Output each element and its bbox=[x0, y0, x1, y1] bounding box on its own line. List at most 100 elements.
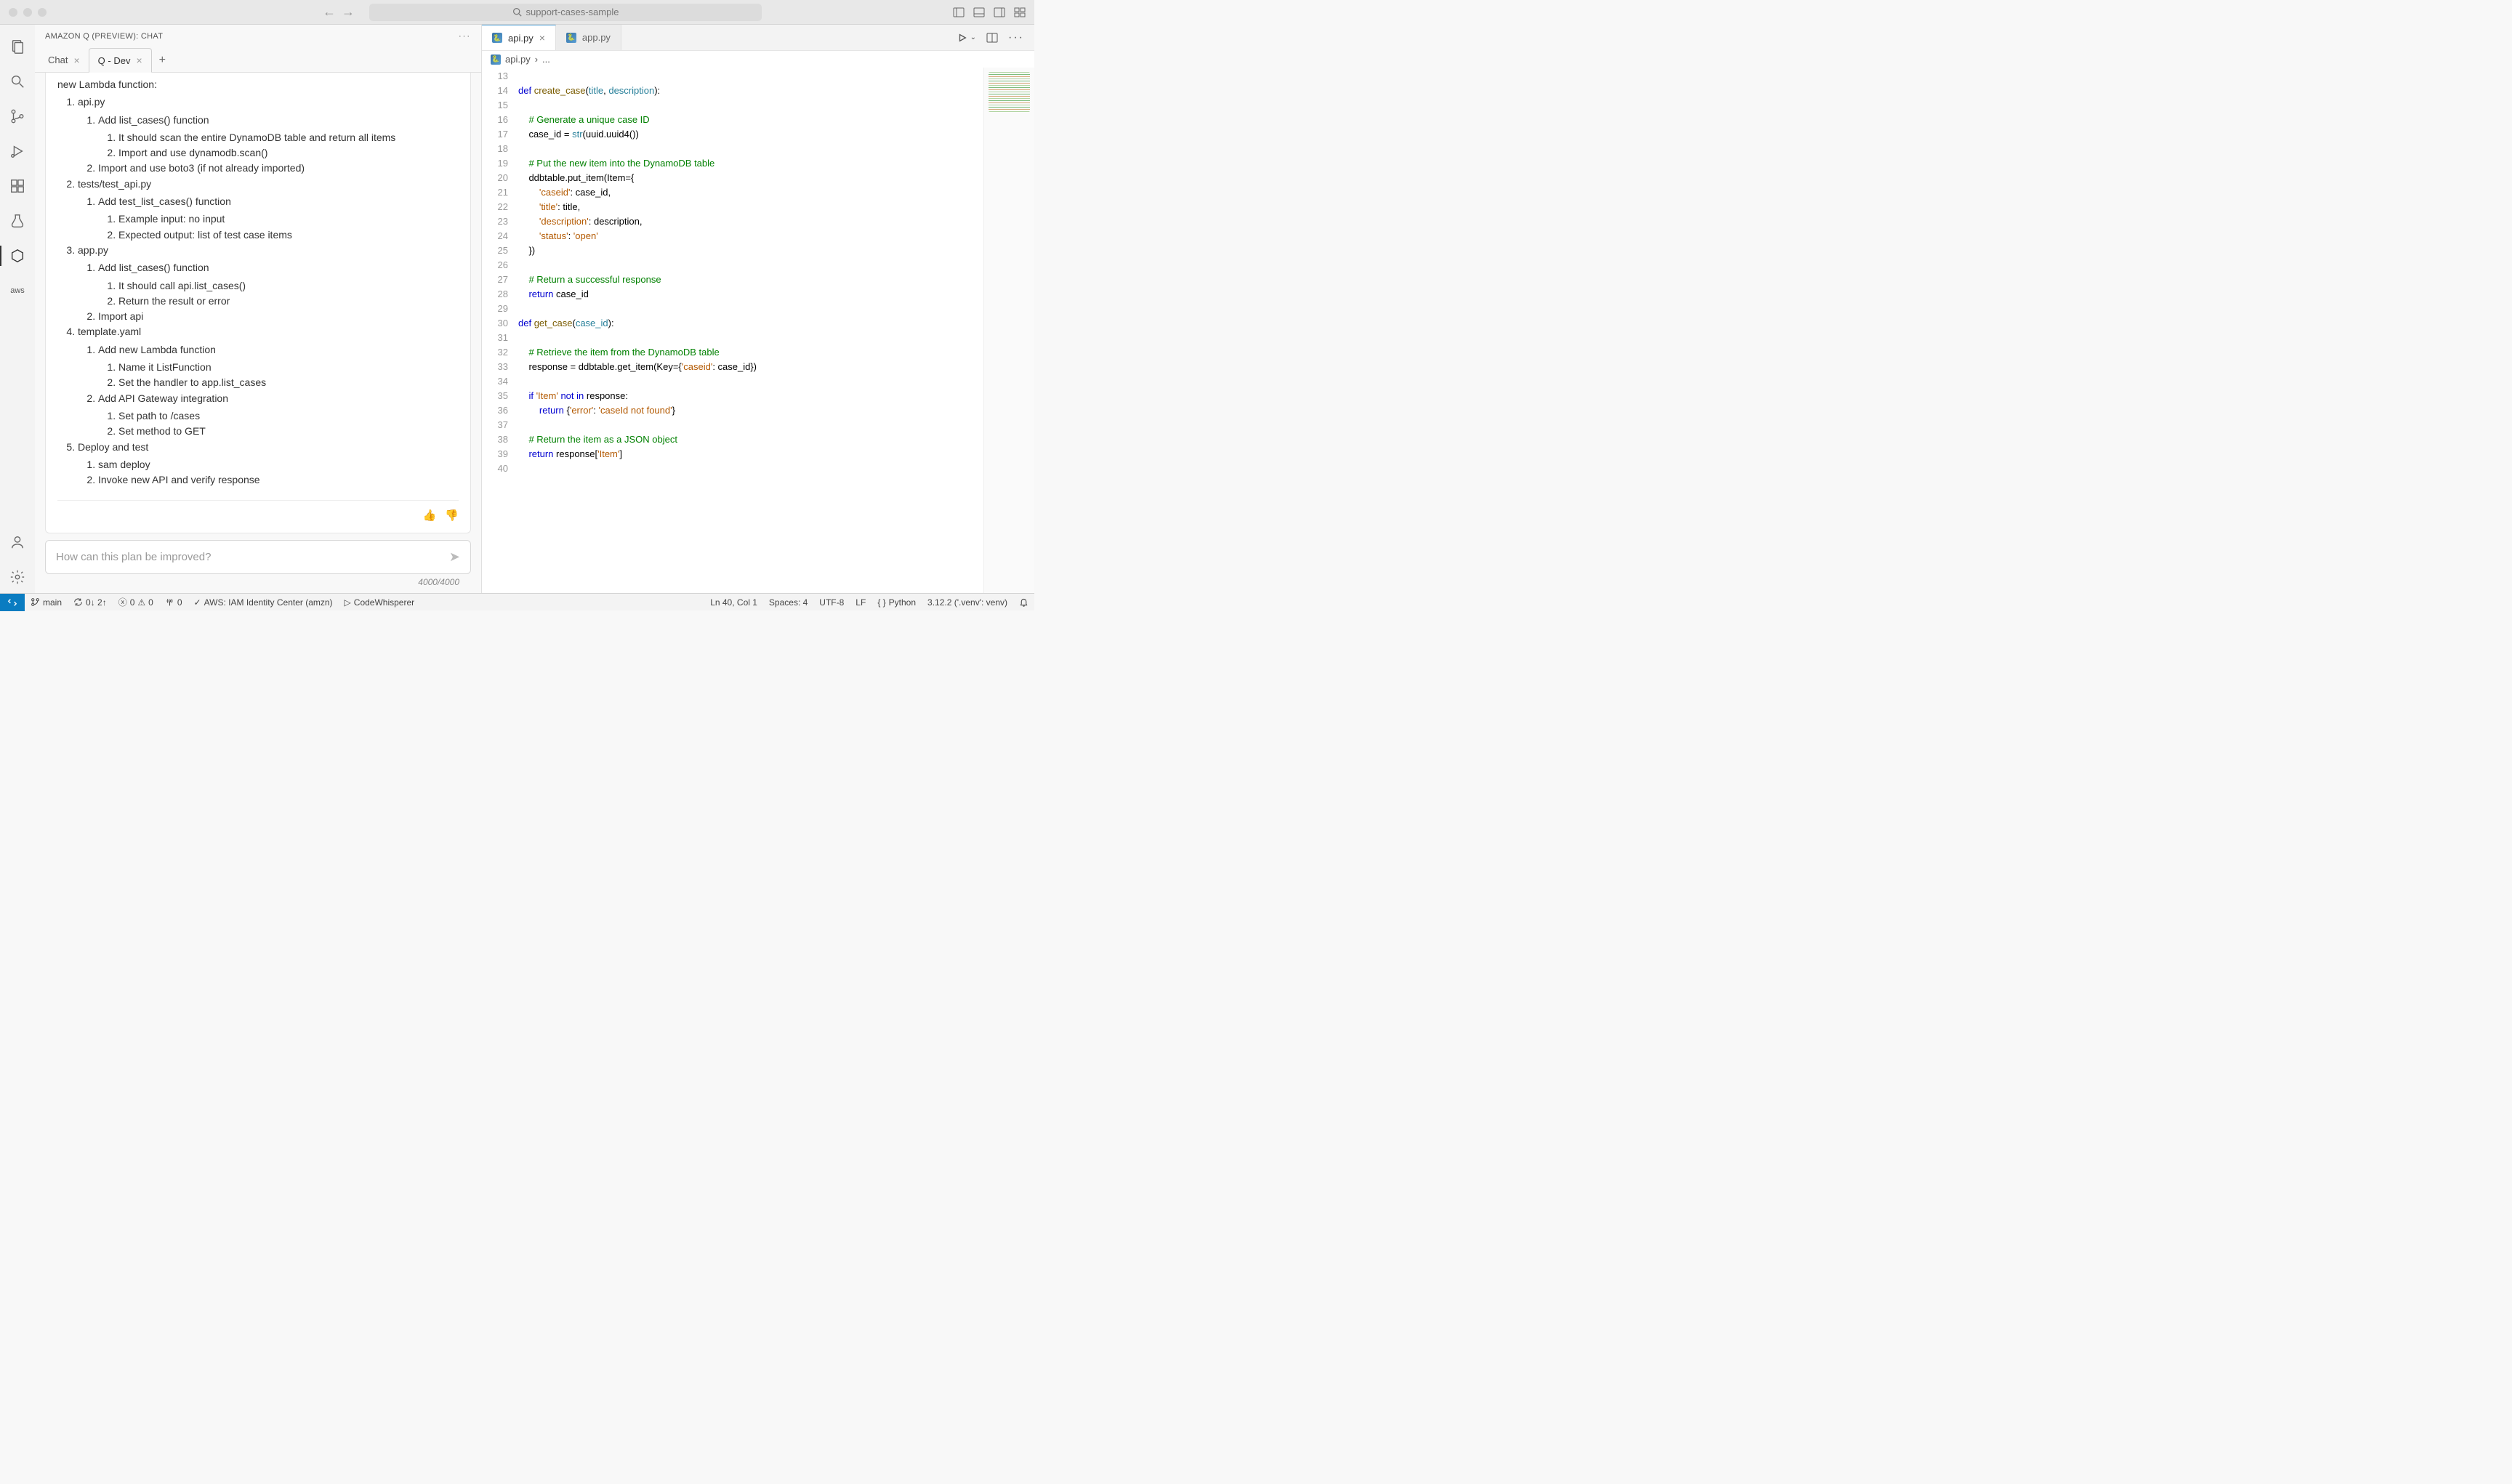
chat-input-box[interactable]: ➤ bbox=[45, 540, 471, 574]
editor-more-icon[interactable]: ··· bbox=[1008, 31, 1024, 44]
maximize-window-button[interactable] bbox=[38, 8, 47, 17]
chat-tab-qdev[interactable]: Q - Dev × bbox=[89, 48, 152, 73]
amazon-q-chat-panel: AMAZON Q (PREVIEW): CHAT ··· Chat × Q - … bbox=[35, 25, 482, 593]
toggle-primary-sidebar-icon[interactable] bbox=[953, 7, 965, 18]
encoding-status[interactable]: UTF-8 bbox=[813, 597, 850, 608]
dev-plan-list: api.pyAdd list_cases() functionIt should… bbox=[57, 94, 459, 487]
window-controls bbox=[9, 8, 47, 17]
chat-message: new Lambda function: api.pyAdd list_case… bbox=[45, 73, 471, 533]
nav-arrows: ← → bbox=[323, 4, 355, 20]
settings-gear-icon[interactable] bbox=[0, 561, 35, 593]
code-content[interactable]: def create_case(title, description): # G… bbox=[518, 68, 983, 593]
aws-connection-status[interactable]: ✓ AWS: IAM Identity Center (amzn) bbox=[188, 597, 339, 608]
chat-tab-chat[interactable]: Chat × bbox=[39, 48, 89, 73]
minimap[interactable] bbox=[983, 68, 1034, 593]
run-debug-icon[interactable] bbox=[0, 135, 35, 167]
customize-layout-icon[interactable] bbox=[1014, 7, 1026, 18]
thumbs-down-icon[interactable]: 👎 bbox=[445, 508, 459, 524]
plan-item: It should scan the entire DynamoDB table… bbox=[118, 130, 459, 145]
notifications-icon[interactable] bbox=[1013, 597, 1034, 608]
send-icon[interactable]: ➤ bbox=[449, 549, 460, 565]
explorer-icon[interactable] bbox=[0, 31, 35, 62]
ports-status[interactable]: 0 bbox=[159, 597, 188, 608]
source-control-icon[interactable] bbox=[0, 100, 35, 132]
eol-status[interactable]: LF bbox=[850, 597, 871, 608]
run-button[interactable] bbox=[957, 33, 967, 43]
plan-item: template.yamlAdd new Lambda functionName… bbox=[78, 324, 459, 438]
codewhisperer-status[interactable]: ▷ CodeWhisperer bbox=[339, 597, 421, 608]
plan-item: Import api bbox=[98, 309, 459, 323]
nav-back-icon[interactable]: ← bbox=[323, 4, 336, 20]
plan-item: Import and use boto3 (if not already imp… bbox=[98, 161, 459, 175]
plan-item: Add API Gateway integrationSet path to /… bbox=[98, 391, 459, 439]
command-center-search[interactable]: support-cases-sample bbox=[369, 4, 762, 21]
chat-panel-title: AMAZON Q (PREVIEW): CHAT bbox=[45, 32, 459, 41]
chat-message-list[interactable]: new Lambda function: api.pyAdd list_case… bbox=[35, 73, 481, 536]
sync-icon bbox=[73, 597, 83, 607]
close-window-button[interactable] bbox=[9, 8, 17, 17]
chat-input-field[interactable] bbox=[56, 551, 449, 563]
editor-tab-api[interactable]: 🐍 api.py × bbox=[482, 25, 556, 50]
plan-item: Add list_cases() functionIt should call … bbox=[98, 260, 459, 308]
plan-item: Example input: no input bbox=[118, 211, 459, 226]
plan-item: Invoke new API and verify response bbox=[98, 472, 459, 487]
python-file-icon: 🐍 bbox=[566, 33, 576, 43]
close-icon[interactable]: × bbox=[539, 32, 545, 44]
plan-item: Return the result or error bbox=[118, 294, 459, 308]
split-editor-icon[interactable] bbox=[986, 33, 998, 43]
branch-icon bbox=[31, 597, 40, 607]
python-file-icon: 🐍 bbox=[491, 55, 501, 65]
close-icon[interactable]: × bbox=[136, 55, 142, 66]
plan-item: api.pyAdd list_cases() functionIt should… bbox=[78, 94, 459, 175]
python-file-icon: 🐍 bbox=[492, 33, 502, 43]
editor-actions: ⌄ ··· bbox=[957, 25, 1034, 50]
toggle-secondary-sidebar-icon[interactable] bbox=[994, 7, 1005, 18]
git-branch-status[interactable]: main bbox=[25, 597, 68, 608]
radio-tower-icon bbox=[165, 597, 174, 607]
plan-item: Import and use dynamodb.scan() bbox=[118, 145, 459, 160]
run-dropdown-icon[interactable]: ⌄ bbox=[970, 33, 976, 41]
language-mode[interactable]: { } Python bbox=[871, 597, 922, 608]
chat-tab-label: Chat bbox=[48, 55, 68, 65]
minimap-overview bbox=[989, 72, 1030, 112]
search-icon[interactable] bbox=[0, 65, 35, 97]
testing-icon[interactable] bbox=[0, 205, 35, 237]
nav-forward-icon[interactable]: → bbox=[342, 4, 355, 20]
git-sync-status[interactable]: 0↓ 2↑ bbox=[68, 597, 113, 608]
accounts-icon[interactable] bbox=[0, 526, 35, 558]
warning-icon: ⚠ bbox=[137, 597, 145, 608]
cursor-position[interactable]: Ln 40, Col 1 bbox=[704, 597, 763, 608]
code-editor[interactable]: 1314151617181920212223242526272829303132… bbox=[482, 68, 1034, 593]
plan-item: app.pyAdd list_cases() functionIt should… bbox=[78, 243, 459, 323]
search-text: support-cases-sample bbox=[526, 7, 619, 17]
plan-item: Add list_cases() functionIt should scan … bbox=[98, 113, 459, 161]
add-chat-tab-button[interactable]: + bbox=[152, 54, 173, 67]
extensions-icon[interactable] bbox=[0, 170, 35, 202]
indentation-status[interactable]: Spaces: 4 bbox=[763, 597, 813, 608]
chat-panel-more-icon[interactable]: ··· bbox=[459, 32, 471, 41]
close-icon[interactable]: × bbox=[73, 55, 79, 66]
problems-status[interactable]: ⓧ0 ⚠0 bbox=[113, 596, 159, 608]
thumbs-up-icon[interactable]: 👍 bbox=[423, 508, 437, 524]
editor-tab-bar: 🐍 api.py × 🐍 app.py ⌄ ··· bbox=[482, 25, 1034, 51]
breadcrumb-file: api.py bbox=[505, 54, 531, 65]
plan-item: Set method to GET bbox=[118, 424, 459, 438]
remote-indicator[interactable] bbox=[0, 594, 25, 611]
plan-item: sam deploy bbox=[98, 457, 459, 472]
breadcrumb[interactable]: 🐍 api.py › ... bbox=[482, 51, 1034, 68]
aws-toolkit-icon[interactable]: aws bbox=[0, 275, 35, 307]
editor-tab-app[interactable]: 🐍 app.py bbox=[556, 25, 621, 50]
python-interpreter[interactable]: 3.12.2 ('.venv': venv) bbox=[922, 597, 1013, 608]
search-icon bbox=[512, 7, 522, 17]
plan-item: Set path to /cases bbox=[118, 408, 459, 423]
title-bar: ← → support-cases-sample bbox=[0, 0, 1034, 25]
breadcrumb-rest: ... bbox=[542, 54, 550, 65]
plan-item: Deploy and testsam deployInvoke new API … bbox=[78, 440, 459, 488]
toggle-panel-icon[interactable] bbox=[973, 7, 985, 18]
chat-message-intro: new Lambda function: bbox=[57, 77, 459, 92]
branch-name: main bbox=[43, 597, 62, 608]
chevron-right-icon: › bbox=[535, 54, 538, 65]
minimize-window-button[interactable] bbox=[23, 8, 32, 17]
plan-item: Add new Lambda functionName it ListFunct… bbox=[98, 342, 459, 390]
amazon-q-icon[interactable] bbox=[0, 240, 35, 272]
